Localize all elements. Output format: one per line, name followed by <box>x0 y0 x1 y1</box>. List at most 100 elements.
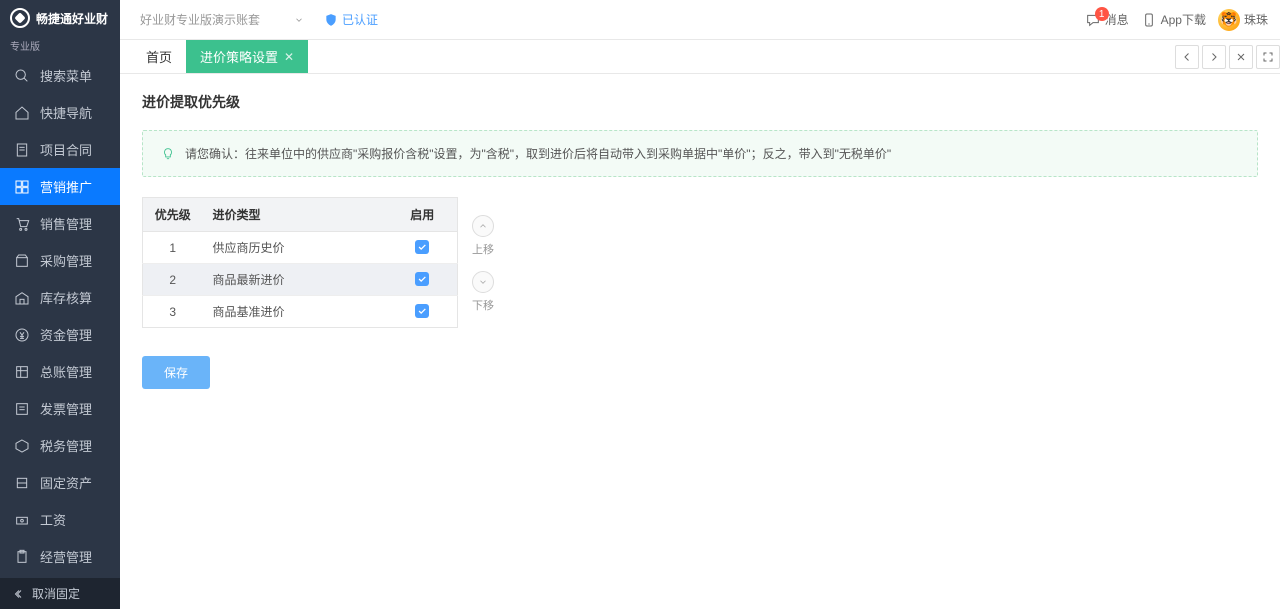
chevron-down-icon <box>294 15 304 25</box>
avatar-icon: 🐯 <box>1218 9 1240 31</box>
sidebar-label: 销售管理 <box>40 214 92 233</box>
save-button[interactable]: 保存 <box>142 356 210 389</box>
sidebar-label: 搜索菜单 <box>40 66 92 85</box>
brand-name: 畅捷通好业财 <box>36 10 108 27</box>
sidebar-item-sales[interactable]: 销售管理 <box>0 205 120 242</box>
money-icon <box>14 327 30 343</box>
sidebar-label: 经营管理 <box>40 547 92 566</box>
verified-label: 已认证 <box>342 11 378 28</box>
cell-type: 商品最新进价 <box>203 264 388 296</box>
app-download-button[interactable]: App下载 <box>1141 11 1206 28</box>
enabled-checkbox[interactable] <box>415 272 429 286</box>
info-alert: 请您确认：往来单位中的供应商"采购报价含税"设置，为"含税"，取到进价后将自动带… <box>142 130 1258 177</box>
expand-icon <box>1262 51 1274 63</box>
table-row[interactable]: 2 商品最新进价 <box>143 264 458 296</box>
x-icon <box>1235 51 1247 63</box>
shield-icon <box>324 13 338 27</box>
tab-close-all-button[interactable] <box>1229 45 1253 69</box>
user-menu[interactable]: 🐯 珠珠 <box>1218 9 1268 31</box>
move-up-button[interactable] <box>472 215 494 237</box>
brand-header: 畅捷通好业财 <box>0 0 120 36</box>
document-icon <box>14 142 30 158</box>
user-name: 珠珠 <box>1244 11 1268 28</box>
table-row[interactable]: 3 商品基准进价 <box>143 296 458 328</box>
brand-logo-icon <box>10 8 30 28</box>
th-enabled: 启用 <box>388 198 458 232</box>
cart-icon <box>14 216 30 232</box>
sidebar-item-invoice[interactable]: 发票管理 <box>0 390 120 427</box>
clipboard-icon <box>14 549 30 565</box>
download-label: App下载 <box>1161 11 1206 28</box>
th-priority: 优先级 <box>143 198 203 232</box>
move-controls: 上移 下移 <box>472 197 494 313</box>
main-area: 好业财专业版演示账套 已认证 消息 1 App下载 🐯 珠珠 <box>120 0 1280 609</box>
table-row[interactable]: 1 供应商历史价 <box>143 232 458 264</box>
tab-label: 进价策略设置 <box>200 47 278 66</box>
close-icon[interactable]: ✕ <box>284 50 294 64</box>
sidebar-label: 快捷导航 <box>40 103 92 122</box>
tabbar: 首页 进价策略设置 ✕ <box>120 40 1280 74</box>
grid-icon <box>14 179 30 195</box>
sidebar-label: 采购管理 <box>40 251 92 270</box>
brand-edition: 专业版 <box>0 38 120 53</box>
tab-prev-button[interactable] <box>1175 45 1199 69</box>
sidebar: 畅捷通好业财 专业版 搜索菜单 快捷导航 项目合同 营销推广 销售 <box>0 0 120 609</box>
lightbulb-icon <box>161 147 175 161</box>
sidebar-label: 固定资产 <box>40 473 92 492</box>
cell-priority: 1 <box>143 232 203 264</box>
priority-table: 优先级 进价类型 启用 1 供应商历史价 2 商品最新 <box>142 197 458 328</box>
sidebar-item-operation[interactable]: 经营管理 <box>0 538 120 575</box>
search-icon <box>14 68 30 84</box>
salary-icon <box>14 512 30 528</box>
account-selector[interactable]: 好业财专业版演示账套 <box>132 7 312 32</box>
warehouse-icon <box>14 290 30 306</box>
tab-pricing-strategy[interactable]: 进价策略设置 ✕ <box>186 40 308 73</box>
move-down-button[interactable] <box>472 271 494 293</box>
cell-priority: 3 <box>143 296 203 328</box>
sidebar-item-finance[interactable]: 资金管理 <box>0 316 120 353</box>
sidebar-label: 项目合同 <box>40 140 92 159</box>
tab-next-button[interactable] <box>1202 45 1226 69</box>
sidebar-item-tax[interactable]: 税务管理 <box>0 427 120 464</box>
sidebar-unpin[interactable]: 取消固定 <box>0 578 120 609</box>
sidebar-item-fixedassets[interactable]: 固定资产 <box>0 464 120 501</box>
sidebar-label: 发票管理 <box>40 399 92 418</box>
sidebar-item-ledger[interactable]: 总账管理 <box>0 353 120 390</box>
sidebar-item-purchase[interactable]: 采购管理 <box>0 242 120 279</box>
sidebar-item-salary[interactable]: 工资 <box>0 501 120 538</box>
content: 进价提取优先级 请您确认：往来单位中的供应商"采购报价含税"设置，为"含税"，取… <box>120 74 1280 609</box>
invoice-icon <box>14 401 30 417</box>
move-up-label: 上移 <box>472 241 494 257</box>
sidebar-label: 资金管理 <box>40 325 92 344</box>
sidebar-label: 工资 <box>40 510 66 529</box>
cell-enabled <box>388 296 458 328</box>
chevron-left-icon <box>1181 51 1193 63</box>
phone-icon <box>1141 12 1157 28</box>
account-name: 好业财专业版演示账套 <box>140 11 260 28</box>
sidebar-item-project[interactable]: 项目合同 <box>0 131 120 168</box>
chevron-right-icon <box>1208 51 1220 63</box>
chevron-down-icon <box>478 277 488 287</box>
home-icon <box>14 105 30 121</box>
chevron-up-icon <box>478 221 488 231</box>
sidebar-item-quicknav[interactable]: 快捷导航 <box>0 94 120 131</box>
th-type: 进价类型 <box>203 198 388 232</box>
alert-text: 请您确认：往来单位中的供应商"采购报价含税"设置，为"含税"，取到进价后将自动带… <box>185 145 891 162</box>
topbar: 好业财专业版演示账套 已认证 消息 1 App下载 🐯 珠珠 <box>120 0 1280 40</box>
enabled-checkbox[interactable] <box>415 240 429 254</box>
fullscreen-button[interactable] <box>1256 45 1280 69</box>
cell-priority: 2 <box>143 264 203 296</box>
move-down-label: 下移 <box>472 297 494 313</box>
messages-button[interactable]: 消息 1 <box>1085 11 1129 28</box>
tab-home[interactable]: 首页 <box>132 40 186 73</box>
page-title: 进价提取优先级 <box>142 92 1258 112</box>
sidebar-item-inventory[interactable]: 库存核算 <box>0 279 120 316</box>
sidebar-menu: 搜索菜单 快捷导航 项目合同 营销推广 销售管理 采购管理 <box>0 57 120 578</box>
enabled-checkbox[interactable] <box>415 304 429 318</box>
tab-label: 首页 <box>146 47 172 66</box>
asset-icon <box>14 475 30 491</box>
cell-enabled <box>388 264 458 296</box>
sidebar-item-marketing[interactable]: 营销推广 <box>0 168 120 205</box>
verified-badge: 已认证 <box>324 11 378 28</box>
sidebar-item-search[interactable]: 搜索菜单 <box>0 57 120 94</box>
